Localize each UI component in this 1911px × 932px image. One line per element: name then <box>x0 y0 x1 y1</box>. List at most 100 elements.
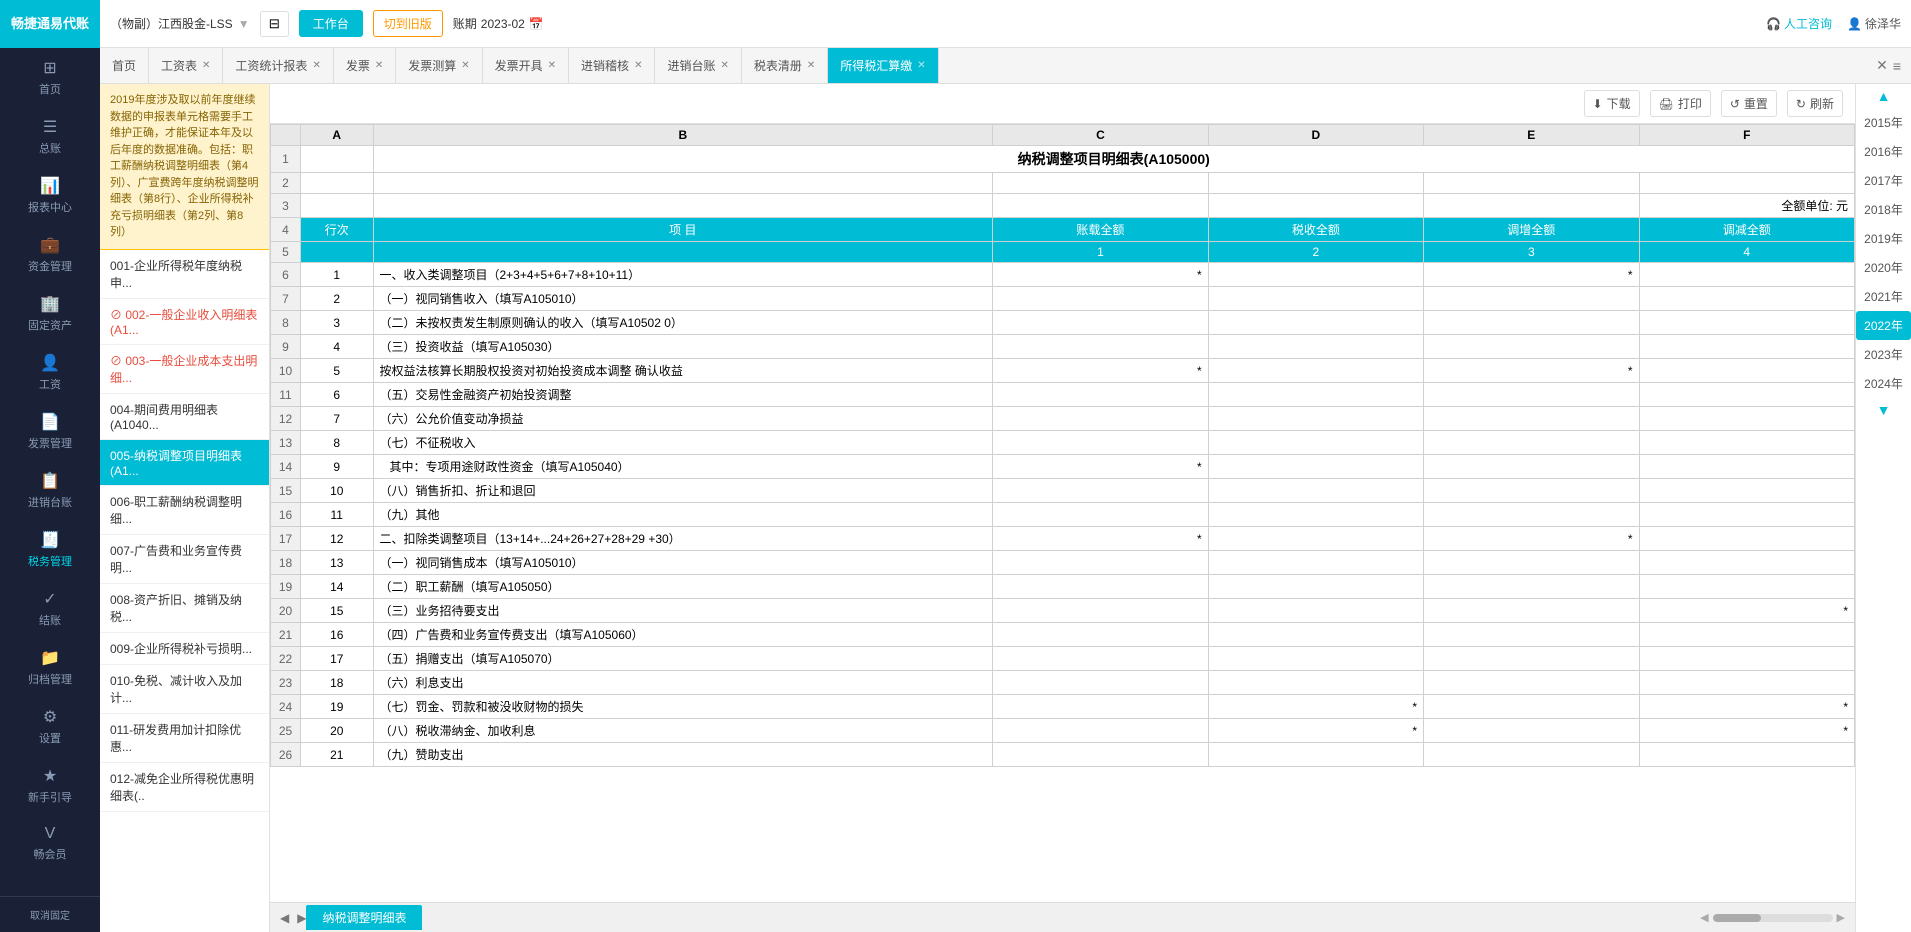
year-scroll-down[interactable]: ▼ <box>1856 398 1911 422</box>
sidebar-item-assets[interactable]: 💼 资金管理 <box>0 225 100 284</box>
close-tab-invoice-calc[interactable]: ✕ <box>461 60 469 71</box>
menu-item-004[interactable]: 004-期间费用明细表(A1040... <box>100 394 269 440</box>
year-2024[interactable]: 2024年 <box>1856 369 1911 398</box>
close-tab-invoice[interactable]: ✕ <box>375 60 383 71</box>
year-2023[interactable]: 2023年 <box>1856 340 1911 369</box>
sidebar-item-purchase[interactable]: 📋 进销台账 <box>0 461 100 520</box>
menu-item-010[interactable]: 010-免税、减计收入及加计... <box>100 665 269 714</box>
menu-item-001[interactable]: 001-企业所得税年度纳税申... <box>100 250 269 299</box>
scroll-bar[interactable] <box>1713 914 1833 922</box>
menu-item-009[interactable]: 009-企业所得税补亏损明... <box>100 633 269 665</box>
company-selector[interactable]: （物副）江西股金-LSS ▼ <box>110 15 250 32</box>
tab-payroll-report[interactable]: 工资统计报表✕ <box>223 48 333 84</box>
tab-tax-form[interactable]: 税表清册✕ <box>742 48 828 84</box>
menu-item-008[interactable]: 008-资产折旧、摊销及纳税... <box>100 584 269 633</box>
year-2018[interactable]: 2018年 <box>1856 195 1911 224</box>
menu-item-002[interactable]: ⊘ 002-一般企业收入明细表(A1... <box>100 299 269 345</box>
menu-item-012[interactable]: 012-减免企业所得税优惠明细表(.. <box>100 763 269 812</box>
tab-invoice-calc[interactable]: 发票测算✕ <box>396 48 482 84</box>
more-tabs-icon[interactable]: ≡ <box>1893 58 1901 74</box>
tab-home[interactable]: 首页 <box>100 48 149 84</box>
scroll-left-icon[interactable]: ◀ <box>1700 911 1708 924</box>
sidebar-item-fixed-assets[interactable]: 🏢 固定资产 <box>0 284 100 343</box>
scroll-right-icon[interactable]: ▶ <box>1837 911 1845 924</box>
headset-icon: 🎧 <box>1766 17 1781 31</box>
sidebar-item-home[interactable]: ⊞ 首页 <box>0 48 100 107</box>
next-sheet-icon[interactable]: ▶ <box>297 911 306 925</box>
col-header-dec: 调减全额 <box>1639 218 1855 242</box>
sidebar-item-invoice[interactable]: 📄 发票管理 <box>0 402 100 461</box>
service-btn[interactable]: 🎧 人工咨询 <box>1766 15 1832 32</box>
close-all-icon[interactable]: ✕ <box>1876 57 1888 74</box>
tab-audit[interactable]: 进销稽核✕ <box>569 48 655 84</box>
col-header-f: F <box>1639 125 1855 146</box>
sidebar-item-archive[interactable]: 📁 归档管理 <box>0 638 100 697</box>
reset-btn[interactable]: ↺ 重置 <box>1721 90 1777 117</box>
table-row-sub-header: 5 1 2 3 4 <box>271 242 1855 263</box>
tabbar-end: ✕ ≡ <box>1866 57 1911 74</box>
table-row: 13 8 （七）不征税收入 <box>271 431 1855 455</box>
menu-item-005[interactable]: 005-纳税调整项目明细表(A1... <box>100 440 269 486</box>
refresh-btn[interactable]: ↻ 刷新 <box>1787 90 1843 117</box>
sidebar-item-general-ledger[interactable]: ☰ 总账 <box>0 107 100 166</box>
tab-invoice-issue[interactable]: 发票开具✕ <box>483 48 569 84</box>
close-tab-audit[interactable]: ✕ <box>634 60 642 71</box>
sidebar-item-report[interactable]: 📊 报表中心 <box>0 166 100 225</box>
user-menu[interactable]: 👤 徐泽华 <box>1847 15 1901 32</box>
pin-toggle[interactable]: 取消固定 <box>0 897 100 932</box>
year-2019[interactable]: 2019年 <box>1856 224 1911 253</box>
sidebar-item-member[interactable]: V 畅会员 <box>0 815 100 872</box>
close-tab-payroll[interactable]: ✕ <box>202 60 210 71</box>
table-row: 22 17 （五）捐赠支出（填写A105070） <box>271 647 1855 671</box>
sidebar-item-settlement[interactable]: ✓ 结账 <box>0 579 100 638</box>
year-2021[interactable]: 2021年 <box>1856 282 1911 311</box>
col-header-item: 项 目 <box>373 218 993 242</box>
assets-icon: 💼 <box>40 235 60 255</box>
tab-payroll[interactable]: 工资表✕ <box>149 48 223 84</box>
menu-item-003[interactable]: ⊘ 003-一般企业成本支出明细... <box>100 345 269 394</box>
close-tab-payroll-report[interactable]: ✕ <box>312 60 320 71</box>
close-tab-ledger[interactable]: ✕ <box>720 60 728 71</box>
sidebar-item-payroll[interactable]: 👤 工资 <box>0 343 100 402</box>
table-row: 25 20 （八）税收滞纳金、加收利息 * * <box>271 719 1855 743</box>
year-2022[interactable]: 2022年 <box>1856 311 1911 340</box>
year-2016[interactable]: 2016年 <box>1856 137 1911 166</box>
company-settings-btn[interactable]: ⊟ <box>260 11 289 37</box>
table-row-unit: 3 全额单位: 元 <box>271 194 1855 218</box>
menu-item-006[interactable]: 006-职工薪酬纳税调整明细... <box>100 486 269 535</box>
year-2015[interactable]: 2015年 <box>1856 108 1911 137</box>
menu-item-011[interactable]: 011-研发费用加计扣除优惠... <box>100 714 269 763</box>
col-header-row <box>271 125 301 146</box>
menu-item-007[interactable]: 007-广告费和业务宣传费明... <box>100 535 269 584</box>
tab-invoice[interactable]: 发票✕ <box>334 48 396 84</box>
workbench-btn[interactable]: 工作台 <box>299 10 363 37</box>
close-tab-income-tax[interactable]: ✕ <box>917 60 925 71</box>
year-2017[interactable]: 2017年 <box>1856 166 1911 195</box>
calendar-icon[interactable]: 📅 <box>529 17 544 31</box>
table-row: 17 12 二、扣除类调整项目（13+14+...24+26+27+28+29 … <box>271 527 1855 551</box>
settlement-icon: ✓ <box>43 589 56 609</box>
sidebar-item-guide[interactable]: ★ 新手引导 <box>0 756 100 815</box>
tab-ledger[interactable]: 进销台账✕ <box>655 48 741 84</box>
year-scroll-up[interactable]: ▲ <box>1856 84 1911 108</box>
tab-income-tax[interactable]: 所得税汇算缴✕ <box>828 48 938 84</box>
download-btn[interactable]: ⬇ 下载 <box>1584 90 1640 117</box>
col-header-c: C <box>993 125 1208 146</box>
app-logo: 畅捷通易代账 <box>0 0 100 48</box>
switch-old-btn[interactable]: 切到旧版 <box>373 10 443 37</box>
sidebar-label-member: 畅会员 <box>34 846 67 862</box>
company-dropdown-icon[interactable]: ▼ <box>238 17 250 31</box>
close-tab-invoice-issue[interactable]: ✕ <box>548 60 556 71</box>
sidebar-item-tax[interactable]: 🧾 税务管理 <box>0 520 100 579</box>
fixed-assets-icon: 🏢 <box>40 294 60 314</box>
refresh-icon: ↻ <box>1796 97 1806 111</box>
sidebar-item-settings[interactable]: ⚙ 设置 <box>0 697 100 756</box>
close-tab-tax-form[interactable]: ✕ <box>807 60 815 71</box>
print-btn[interactable]: 🖨 打印 <box>1650 90 1711 117</box>
table-row: 19 14 （二）职工薪酬（填写A105050） <box>271 575 1855 599</box>
prev-sheet-icon[interactable]: ◀ <box>280 911 289 925</box>
year-2020[interactable]: 2020年 <box>1856 253 1911 282</box>
avatar-icon: 👤 <box>1847 17 1862 31</box>
sheet-area[interactable]: A B C D E F 1 <box>270 124 1855 902</box>
bottom-tab-sheet[interactable]: 纳税调整明细表 <box>306 905 422 930</box>
